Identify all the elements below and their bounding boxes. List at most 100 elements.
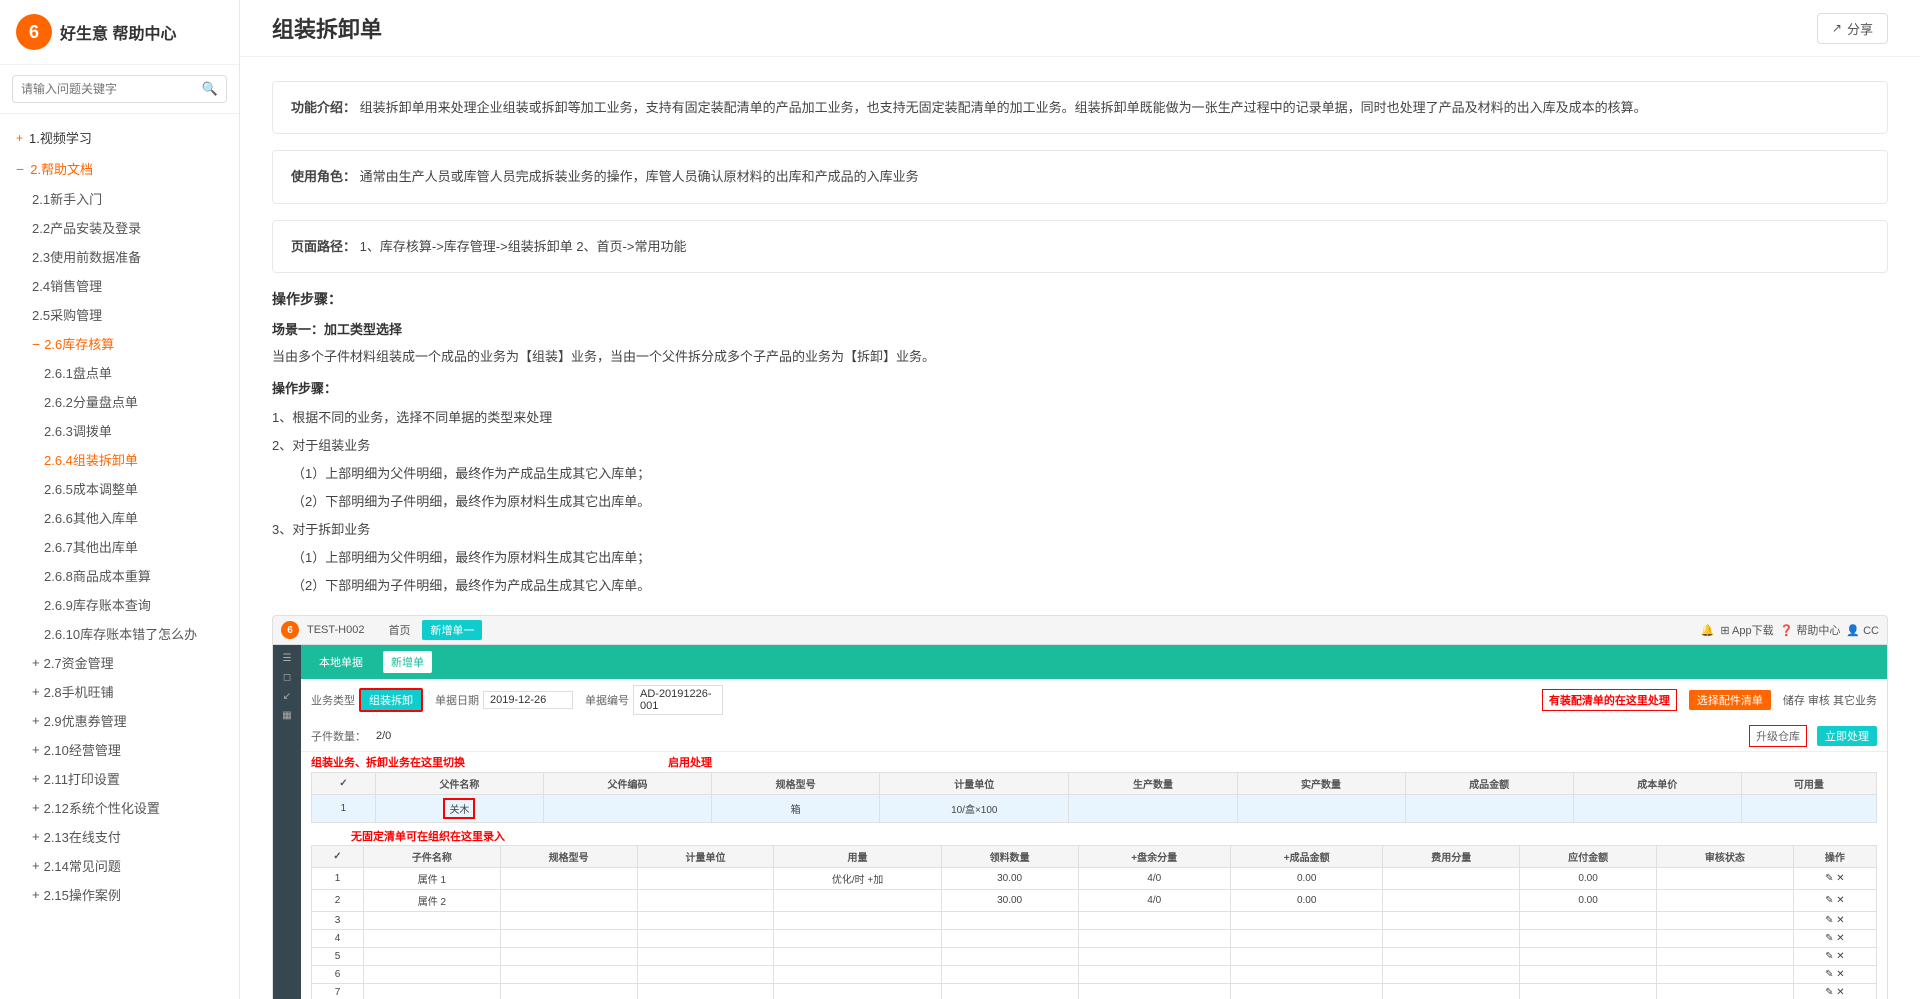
ss-th-l-pick: 领料数量: [941, 846, 1078, 868]
step-2: 2、对于组装业务: [272, 433, 1888, 459]
sidebar-item-2-8[interactable]: + 2.8手机旺铺: [0, 677, 239, 706]
table-row: 3✎ ✕: [312, 912, 1877, 930]
table-row: 1 属件 1 优化/时 +加 30.00 4/0 0.00: [312, 868, 1877, 890]
ss-strip-icon4: ▦: [282, 710, 291, 721]
plus-icon-2-9: +: [32, 713, 40, 728]
sidebar-item-2-3[interactable]: 2.3使用前数据准备: [0, 242, 239, 271]
sidebar-item-2-1[interactable]: 2.1新手入门: [0, 184, 239, 213]
annotation-no-bom-row: 无固定清单可在组织在这里录入: [301, 827, 1887, 845]
sidebar-item-2-6-6[interactable]: 2.6.6其他入库单: [0, 503, 239, 532]
search-icon[interactable]: 🔍: [202, 81, 218, 97]
annotation-no-bom: 无固定清单可在组织在这里录入: [351, 831, 505, 843]
sidebar-item-2-7[interactable]: + 2.7资金管理: [0, 648, 239, 677]
sidebar-item-2-15[interactable]: + 2.15操作案例: [0, 880, 239, 909]
sidebar-item-2-13[interactable]: + 2.13在线支付: [0, 822, 239, 851]
ss-td-check: 1: [312, 795, 376, 823]
minus-icon: −: [16, 161, 24, 177]
ss-content-row: ☰ ◻ ↙ ▦ 本地单据 新增单: [273, 645, 1887, 999]
share-button[interactable]: ↗ 分享: [1817, 13, 1888, 44]
ss-topbar: 6 TEST-H002 首页 新增单一 🔔 ⊞ App下载 ❓ 帮助中心 👤 C…: [273, 616, 1887, 645]
ss-btn-save[interactable]: 储存 审核 其它业务: [1783, 692, 1877, 708]
ss-btn-confirm[interactable]: 立即处理: [1817, 726, 1877, 746]
ops-title: 操作步骤：: [272, 289, 1888, 309]
ss-th-product-amount: 成品金额: [1405, 773, 1573, 795]
ss-icon-help: ❓ 帮助中心: [1780, 622, 1841, 638]
sidebar-item-2-14[interactable]: + 2.14常见问题: [0, 851, 239, 880]
screenshot-inner: 6 TEST-H002 首页 新增单一 🔔 ⊞ App下载 ❓ 帮助中心 👤 C…: [273, 616, 1887, 999]
sidebar-item-2-6-9[interactable]: 2.6.9库存账本查询: [0, 590, 239, 619]
page-title: 组装拆卸单: [272, 12, 382, 44]
path-block: 页面路径： 1、库存核算->库存管理->组装拆卸单 2、首页->常用功能: [272, 220, 1888, 273]
annotation-enable: 启用处理: [668, 757, 712, 769]
ss-nav-new[interactable]: 新增单一: [422, 620, 482, 640]
step-3: 3、对于拆卸业务: [272, 517, 1888, 543]
sidebar-item-2-2[interactable]: 2.2产品安装及登录: [0, 213, 239, 242]
sidebar-item-help-docs[interactable]: − 2.帮助文档: [0, 153, 239, 184]
ss-form-date: 单据日期 2019-12-26: [435, 691, 573, 709]
search-input[interactable]: [21, 82, 202, 96]
ss-form-type: 业务类型 组装拆卸: [311, 688, 423, 712]
ss-type-value[interactable]: 组装拆卸: [359, 688, 423, 712]
ss-warehouse-label: 升级仓库: [1756, 731, 1800, 743]
nav-tree: + 1.视频学习 − 2.帮助文档 2.1新手入门 2.2产品安装及登录 2.3…: [0, 114, 239, 999]
ops-section: 操作步骤： 场景一：加工类型选择 当由多个子件材料组装成一个成品的业务为【组装】…: [272, 289, 1888, 599]
sidebar-item-2-10[interactable]: + 2.10经营管理: [0, 735, 239, 764]
table-row: 1 关木 箱 10/盒×100: [312, 795, 1877, 823]
sidebar-item-2-12[interactable]: + 2.12系统个性化设置: [0, 793, 239, 822]
sidebar-item-2-6-5[interactable]: 2.6.5成本调整单: [0, 474, 239, 503]
ss-left-strip: ☰ ◻ ↙ ▦: [273, 645, 301, 999]
sidebar-item-2-6-10[interactable]: 2.6.10库存账本错了怎么办: [0, 619, 239, 648]
plus-icon: +: [16, 131, 23, 145]
ss-strip-icon1: ☰: [283, 653, 292, 664]
ss-upper-table: ✓ 父件名称 父件编码 规格型号 计量单位 生产数量 实产数量 成品金额 成本单: [311, 772, 1877, 823]
ss-date-label: 单据日期: [435, 692, 479, 708]
sidebar: 6 好生意 帮助中心 🔍 + 1.视频学习 − 2.帮助文档 2.1新手入门 2…: [0, 0, 240, 999]
sidebar-item-2-6-1[interactable]: 2.6.1盘点单: [0, 358, 239, 387]
intro-block: 功能介绍： 组装拆卸单用来处理企业组装或拆卸等加工业务，支持有固定装配清单的产品…: [272, 81, 1888, 134]
sidebar-item-2-6-4[interactable]: 2.6.4组装拆卸单: [0, 445, 239, 474]
content-area: 功能介绍： 组装拆卸单用来处理企业组装或拆卸等加工业务，支持有固定装配清单的产品…: [240, 57, 1920, 999]
logo-icon: 6: [16, 14, 52, 50]
ss-th-cost-price: 成本单价: [1573, 773, 1741, 795]
scene1-desc: 当由多个子件材料组装成一个成品的业务为【组装】业务，当由一个父件拆分成多个子产品…: [272, 346, 1888, 368]
ss-th-l-product-amt: +成品金额: [1230, 846, 1382, 868]
ss-th-l-fee: 费用分量: [1383, 846, 1520, 868]
sidebar-item-2-5[interactable]: 2.5采购管理: [0, 300, 239, 329]
ss-upper-table-container: ✓ 父件名称 父件编码 规格型号 计量单位 生产数量 实产数量 成品金额 成本单: [301, 772, 1887, 827]
ss-th-parent-name: 父件名称: [375, 773, 543, 795]
ss-th-l-unit: 计量单位: [637, 846, 774, 868]
ss-th-l-payable: 应付金额: [1520, 846, 1657, 868]
sidebar-item-label: 1.视频学习: [29, 128, 92, 147]
plus-icon-2-12: +: [32, 800, 40, 815]
ss-company: TEST-H002: [307, 624, 364, 636]
ss-nav-home[interactable]: 首页: [380, 620, 418, 640]
search-box: 🔍: [12, 75, 227, 103]
ss-form-row: 业务类型 组装拆卸 单据日期 2019-12-26 单据编号 AD-201912…: [301, 679, 1887, 721]
sidebar-item-2-9[interactable]: + 2.9优惠券管理: [0, 706, 239, 735]
plus-icon-2-15: +: [32, 887, 40, 902]
sidebar-item-2-6-8[interactable]: 2.6.8商品成本重算: [0, 561, 239, 590]
sidebar-item-video[interactable]: + 1.视频学习: [0, 122, 239, 153]
ss-btn-select[interactable]: 选择配件清单: [1689, 690, 1771, 710]
ss-th-available: 可用量: [1741, 773, 1876, 795]
intro-label: 功能介绍：: [291, 100, 356, 115]
sidebar-item-2-11[interactable]: + 2.11打印设置: [0, 764, 239, 793]
logo-text: 好生意 帮助中心: [60, 20, 176, 44]
step-2-1: （1）上部明细为父件明细，最终作为产成品生成其它入库单；: [292, 461, 1888, 487]
ss-strip-icon2: ◻: [283, 672, 291, 683]
sidebar-item-2-6[interactable]: − 2.6库存核算: [0, 329, 239, 358]
ss-th-l-ops: 操作: [1793, 846, 1876, 868]
ss-icon-bell: 🔔: [1701, 624, 1715, 637]
table-row: 5✎ ✕: [312, 948, 1877, 966]
ss-tab-new[interactable]: 新增单: [383, 651, 432, 673]
step-1: 1、根据不同的业务，选择不同单据的类型来处理: [272, 405, 1888, 431]
sidebar-item-2-6-3[interactable]: 2.6.3调拨单: [0, 416, 239, 445]
sidebar-item-2-4[interactable]: 2.4销售管理: [0, 271, 239, 300]
ss-th-l-status: 审核状态: [1656, 846, 1793, 868]
ss-logo: 6: [281, 621, 299, 639]
sidebar-item-2-6-7[interactable]: 2.6.7其他出库单: [0, 532, 239, 561]
ss-tab-list[interactable]: 本地单据: [311, 651, 371, 673]
plus-icon-2-8: +: [32, 684, 40, 699]
ss-right-icons: 🔔 ⊞ App下载 ❓ 帮助中心 👤 CC: [1701, 622, 1879, 638]
sidebar-item-2-6-2[interactable]: 2.6.2分量盘点单: [0, 387, 239, 416]
